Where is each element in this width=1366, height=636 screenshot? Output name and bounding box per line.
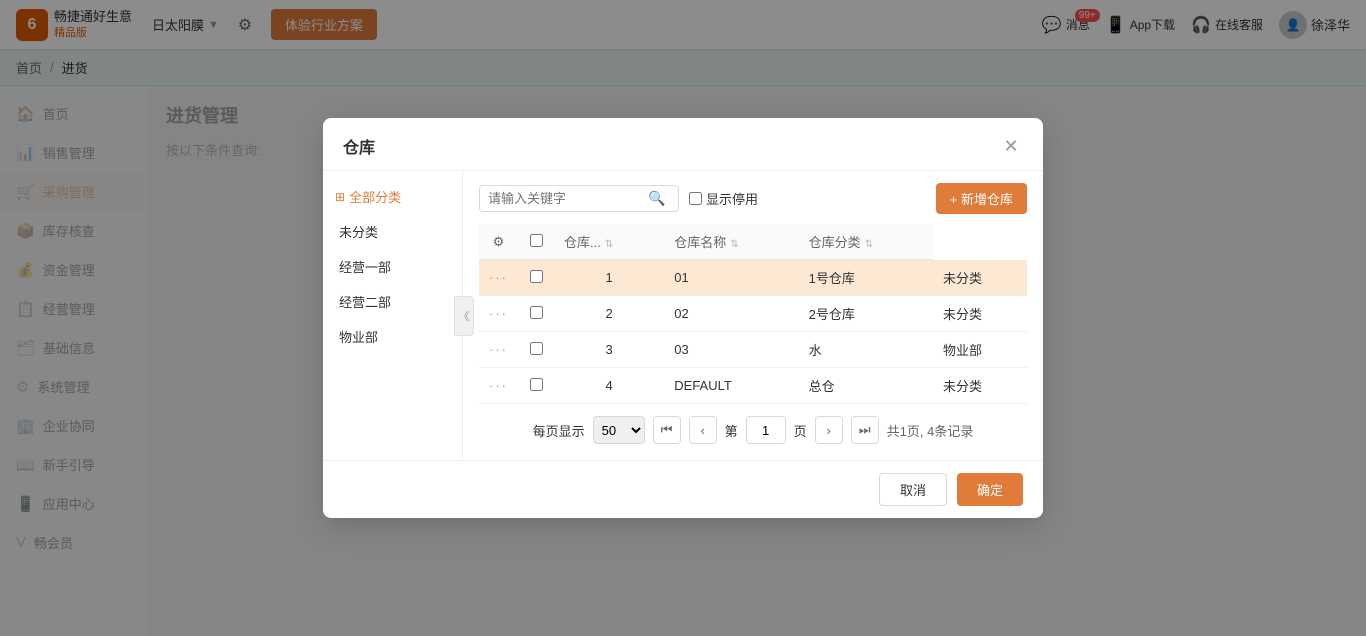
pg-unit: 页 xyxy=(794,421,807,440)
th-name[interactable]: 仓库名称⇅ xyxy=(664,224,798,260)
modal-body: ⊞ 全部分类 未分类 经营一部 经营二部 物业部 《 🔍 xyxy=(323,171,1043,460)
td-code: 01 xyxy=(664,260,798,296)
pg-prev-btn[interactable]: ‹ xyxy=(689,416,717,444)
search-icon[interactable]: 🔍 xyxy=(648,190,665,207)
td-name: 水 xyxy=(799,332,933,368)
per-page-label: 每页显示 xyxy=(533,421,585,440)
td-actions: ··· xyxy=(479,260,518,296)
td-seq: 4 xyxy=(554,368,664,404)
th-gear: ⚙ xyxy=(479,224,518,260)
th-code[interactable]: 仓库...⇅ xyxy=(554,224,664,260)
search-box: 🔍 xyxy=(479,185,679,212)
sort-code-icon: ⇅ xyxy=(605,239,613,250)
ok-button[interactable]: 确定 xyxy=(957,473,1023,506)
pg-label: 第 xyxy=(725,421,738,440)
modal-title: 仓库 xyxy=(343,134,375,158)
cat-all-label: 全部分类 xyxy=(349,187,401,206)
show-disabled-checkbox[interactable] xyxy=(689,192,702,205)
cat-collapse-button[interactable]: 《 xyxy=(454,296,474,336)
add-warehouse-button[interactable]: + 新增仓库 xyxy=(936,183,1027,214)
row-checkbox-3[interactable] xyxy=(530,378,543,391)
table-row[interactable]: ··· 4 DEFAULT 总仓 未分类 xyxy=(479,368,1027,404)
pg-total-info: 共1页, 4条记录 xyxy=(887,421,974,440)
row-actions-icon[interactable]: ··· xyxy=(489,342,508,357)
td-check xyxy=(518,296,554,332)
td-seq: 1 xyxy=(554,260,664,296)
td-code: DEFAULT xyxy=(664,368,798,404)
select-all-checkbox[interactable] xyxy=(530,234,543,247)
td-actions: ··· xyxy=(479,368,518,404)
search-input[interactable] xyxy=(488,191,648,206)
cat-all[interactable]: ⊞ 全部分类 xyxy=(323,179,462,214)
td-name: 1号仓库 xyxy=(799,260,933,296)
table-toolbar: 🔍 显示停用 + 新增仓库 xyxy=(479,183,1027,214)
modal-header: 仓库 ✕ xyxy=(323,118,1043,171)
pg-last-btn[interactable]: ⏭ xyxy=(851,416,879,444)
td-check xyxy=(518,368,554,404)
cat-item-dept2[interactable]: 经营二部 xyxy=(323,284,462,319)
cat-item-unclassified[interactable]: 未分类 xyxy=(323,214,462,249)
pagination: 每页显示 50 20 100 ⏮ ‹ 第 页 › ⏭ 共1页, 4条记录 xyxy=(479,404,1027,448)
show-disabled-label[interactable]: 显示停用 xyxy=(689,189,758,208)
warehouse-modal: 仓库 ✕ ⊞ 全部分类 未分类 经营一部 经营二部 物业部 《 xyxy=(323,118,1043,518)
td-name: 2号仓库 xyxy=(799,296,933,332)
pg-next-btn[interactable]: › xyxy=(815,416,843,444)
table-row[interactable]: ··· 2 02 2号仓库 未分类 xyxy=(479,296,1027,332)
cat-item-dept1[interactable]: 经营一部 xyxy=(323,249,462,284)
td-name: 总仓 xyxy=(799,368,933,404)
td-actions: ··· xyxy=(479,296,518,332)
td-seq: 3 xyxy=(554,332,664,368)
table-header-row: ⚙ 仓库...⇅ 仓库名称⇅ 仓库分类⇅ xyxy=(479,224,1027,260)
per-page-select[interactable]: 50 20 100 xyxy=(593,416,645,444)
row-actions-icon[interactable]: ··· xyxy=(489,306,508,321)
td-actions: ··· xyxy=(479,332,518,368)
row-checkbox-1[interactable] xyxy=(530,306,543,319)
th-category[interactable]: 仓库分类⇅ xyxy=(799,224,933,260)
table-row[interactable]: ··· 3 03 水 物业部 xyxy=(479,332,1027,368)
table-body: ··· 1 01 1号仓库 未分类 ··· 2 02 2号仓库 未分类 ··· … xyxy=(479,260,1027,404)
table-row[interactable]: ··· 1 01 1号仓库 未分类 xyxy=(479,260,1027,296)
row-checkbox-0[interactable] xyxy=(530,270,543,283)
row-actions-icon[interactable]: ··· xyxy=(489,270,508,285)
grid-icon: ⊞ xyxy=(335,190,345,204)
td-check xyxy=(518,332,554,368)
row-checkbox-2[interactable] xyxy=(530,342,543,355)
cancel-button[interactable]: 取消 xyxy=(879,473,947,506)
th-check xyxy=(518,224,554,260)
sort-cat-icon: ⇅ xyxy=(865,239,873,250)
td-check xyxy=(518,260,554,296)
td-seq: 2 xyxy=(554,296,664,332)
modal-close-button[interactable]: ✕ xyxy=(999,134,1023,158)
pg-input[interactable] xyxy=(746,416,786,444)
td-code: 02 xyxy=(664,296,798,332)
show-disabled-text: 显示停用 xyxy=(706,189,758,208)
td-category: 未分类 xyxy=(933,260,1027,296)
sort-name-icon: ⇅ xyxy=(730,239,738,250)
modal-footer: 取消 确定 xyxy=(323,460,1043,518)
row-actions-icon[interactable]: ··· xyxy=(489,378,508,393)
pg-first-btn[interactable]: ⏮ xyxy=(653,416,681,444)
category-panel: ⊞ 全部分类 未分类 经营一部 经营二部 物业部 《 xyxy=(323,171,463,460)
table-panel: 🔍 显示停用 + 新增仓库 ⚙ xyxy=(463,171,1043,460)
cat-item-property[interactable]: 物业部 xyxy=(323,319,462,354)
td-category: 未分类 xyxy=(933,368,1027,404)
warehouse-table: ⚙ 仓库...⇅ 仓库名称⇅ 仓库分类⇅ xyxy=(479,224,1027,404)
td-category: 物业部 xyxy=(933,332,1027,368)
td-code: 03 xyxy=(664,332,798,368)
td-category: 未分类 xyxy=(933,296,1027,332)
modal-overlay: 仓库 ✕ ⊞ 全部分类 未分类 经营一部 经营二部 物业部 《 xyxy=(0,0,1366,636)
